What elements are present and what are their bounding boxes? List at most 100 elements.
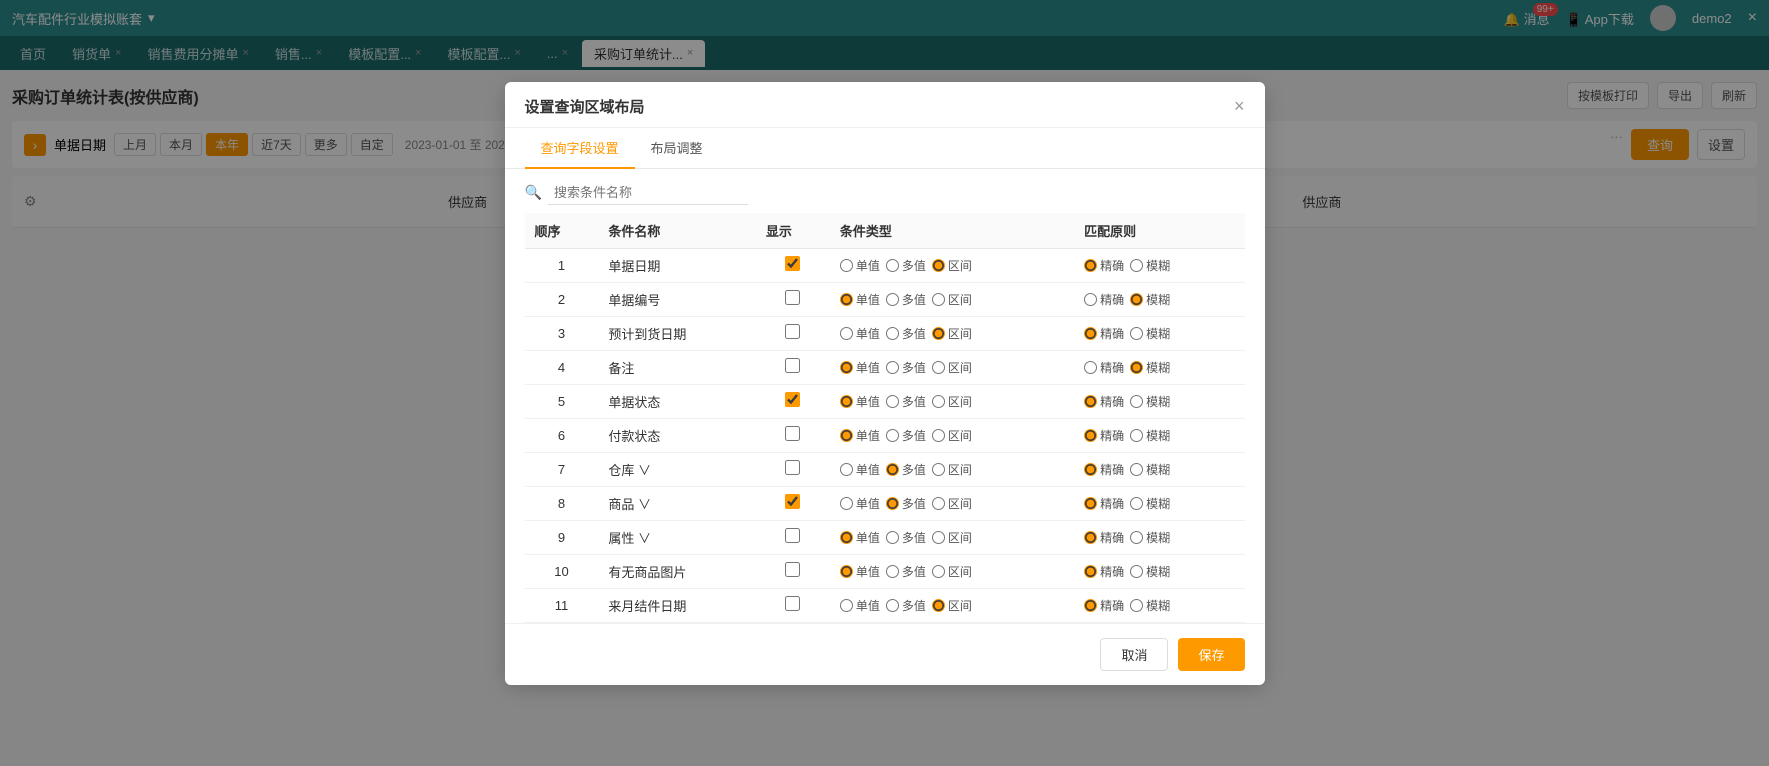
cell-name: 付款状态 [598, 418, 755, 452]
radio-match-模糊[interactable]: 模糊 [1130, 563, 1170, 580]
table-row: 5单据状态单值多值区间精确模糊 [525, 384, 1245, 418]
cell-name: 仓库 ∨ [598, 452, 755, 486]
show-checkbox[interactable] [785, 596, 800, 611]
cell-match: 精确模糊 [1074, 282, 1244, 316]
show-checkbox[interactable] [785, 324, 800, 339]
radio-match-精确[interactable]: 精确 [1084, 359, 1124, 376]
show-checkbox[interactable] [785, 290, 800, 305]
radio-type-单值[interactable]: 单值 [840, 257, 880, 274]
radio-type-区间[interactable]: 区间 [932, 529, 972, 546]
radio-match-精确[interactable]: 精确 [1084, 325, 1124, 342]
radio-type-单值[interactable]: 单值 [840, 393, 880, 410]
table-row: 7仓库 ∨单值多值区间精确模糊 [525, 452, 1245, 486]
cancel-btn[interactable]: 取消 [1100, 638, 1168, 671]
radio-type-单值[interactable]: 单值 [840, 325, 880, 342]
radio-match-精确[interactable]: 精确 [1084, 393, 1124, 410]
radio-type-单值[interactable]: 单值 [840, 359, 880, 376]
search-icon: 🔍 [525, 184, 542, 201]
radio-type-区间[interactable]: 区间 [932, 359, 972, 376]
cell-order: 1 [525, 248, 599, 282]
cell-type: 单值多值区间 [830, 452, 1074, 486]
cell-type: 单值多值区间 [830, 248, 1074, 282]
cell-order: 9 [525, 520, 599, 554]
show-checkbox[interactable] [785, 460, 800, 475]
radio-type-多值[interactable]: 多值 [886, 257, 926, 274]
radio-match-精确[interactable]: 精确 [1084, 427, 1124, 444]
show-checkbox[interactable] [785, 426, 800, 441]
radio-type-多值[interactable]: 多值 [886, 359, 926, 376]
radio-type-多值[interactable]: 多值 [886, 393, 926, 410]
table-row: 4备注单值多值区间精确模糊 [525, 350, 1245, 384]
dialog-tab-query-fields[interactable]: 查询字段设置 [525, 128, 635, 169]
radio-match-模糊[interactable]: 模糊 [1130, 325, 1170, 342]
dialog-close-btn[interactable]: × [1234, 97, 1245, 115]
radio-type-多值[interactable]: 多值 [886, 529, 926, 546]
radio-type-单值[interactable]: 单值 [840, 563, 880, 580]
cell-type: 单值多值区间 [830, 350, 1074, 384]
cell-match: 精确模糊 [1074, 520, 1244, 554]
radio-match-模糊[interactable]: 模糊 [1130, 393, 1170, 410]
show-checkbox[interactable] [785, 392, 800, 407]
table-row: 9属性 ∨单值多值区间精确模糊 [525, 520, 1245, 554]
radio-type-多值[interactable]: 多值 [886, 461, 926, 478]
radio-type-多值[interactable]: 多值 [886, 427, 926, 444]
cell-match: 精确模糊 [1074, 554, 1244, 588]
show-checkbox[interactable] [785, 494, 800, 509]
radio-type-区间[interactable]: 区间 [932, 563, 972, 580]
radio-match-模糊[interactable]: 模糊 [1130, 461, 1170, 478]
radio-match-精确[interactable]: 精确 [1084, 597, 1124, 614]
radio-type-单值[interactable]: 单值 [840, 291, 880, 308]
radio-type-多值[interactable]: 多值 [886, 325, 926, 342]
cell-match: 精确模糊 [1074, 248, 1244, 282]
radio-match-模糊[interactable]: 模糊 [1130, 291, 1170, 308]
th-order: 顺序 [525, 213, 599, 249]
dialog-tab-layout[interactable]: 布局调整 [635, 128, 719, 169]
radio-type-区间[interactable]: 区间 [932, 325, 972, 342]
settings-dialog: 设置查询区域布局 × 查询字段设置 布局调整 🔍 顺序 条件名称 显示 条件类型 [505, 82, 1265, 685]
radio-match-精确[interactable]: 精确 [1084, 563, 1124, 580]
radio-type-区间[interactable]: 区间 [932, 461, 972, 478]
show-checkbox[interactable] [785, 562, 800, 577]
radio-type-单值[interactable]: 单值 [840, 495, 880, 512]
radio-type-区间[interactable]: 区间 [932, 393, 972, 410]
radio-type-多值[interactable]: 多值 [886, 291, 926, 308]
cell-show [756, 384, 830, 418]
radio-type-区间[interactable]: 区间 [932, 257, 972, 274]
search-input[interactable] [548, 181, 748, 205]
show-checkbox[interactable] [785, 358, 800, 373]
radio-type-多值[interactable]: 多值 [886, 563, 926, 580]
show-checkbox[interactable] [785, 528, 800, 543]
cell-name: 备注 [598, 350, 755, 384]
radio-match-模糊[interactable]: 模糊 [1130, 529, 1170, 546]
radio-match-精确[interactable]: 精确 [1084, 461, 1124, 478]
radio-match-模糊[interactable]: 模糊 [1130, 495, 1170, 512]
radio-type-单值[interactable]: 单值 [840, 529, 880, 546]
radio-type-多值[interactable]: 多值 [886, 495, 926, 512]
radio-match-模糊[interactable]: 模糊 [1130, 427, 1170, 444]
radio-match-精确[interactable]: 精确 [1084, 529, 1124, 546]
radio-type-区间[interactable]: 区间 [932, 597, 972, 614]
dialog-tabs: 查询字段设置 布局调整 [505, 128, 1265, 169]
radio-match-模糊[interactable]: 模糊 [1130, 359, 1170, 376]
save-btn[interactable]: 保存 [1178, 638, 1244, 671]
table-row: 3预计到货日期单值多值区间精确模糊 [525, 316, 1245, 350]
radio-match-精确[interactable]: 精确 [1084, 257, 1124, 274]
cell-order: 4 [525, 350, 599, 384]
radio-type-区间[interactable]: 区间 [932, 291, 972, 308]
radio-match-精确[interactable]: 精确 [1084, 495, 1124, 512]
cell-show [756, 282, 830, 316]
radio-match-精确[interactable]: 精确 [1084, 291, 1124, 308]
th-type: 条件类型 [830, 213, 1074, 249]
cell-order: 10 [525, 554, 599, 588]
radio-type-多值[interactable]: 多值 [886, 597, 926, 614]
cell-name: 单据日期 [598, 248, 755, 282]
radio-type-单值[interactable]: 单值 [840, 597, 880, 614]
radio-match-模糊[interactable]: 模糊 [1130, 597, 1170, 614]
radio-type-单值[interactable]: 单值 [840, 461, 880, 478]
radio-type-单值[interactable]: 单值 [840, 427, 880, 444]
radio-match-模糊[interactable]: 模糊 [1130, 257, 1170, 274]
radio-type-区间[interactable]: 区间 [932, 495, 972, 512]
show-checkbox[interactable] [785, 256, 800, 271]
radio-type-区间[interactable]: 区间 [932, 427, 972, 444]
cell-match: 精确模糊 [1074, 418, 1244, 452]
